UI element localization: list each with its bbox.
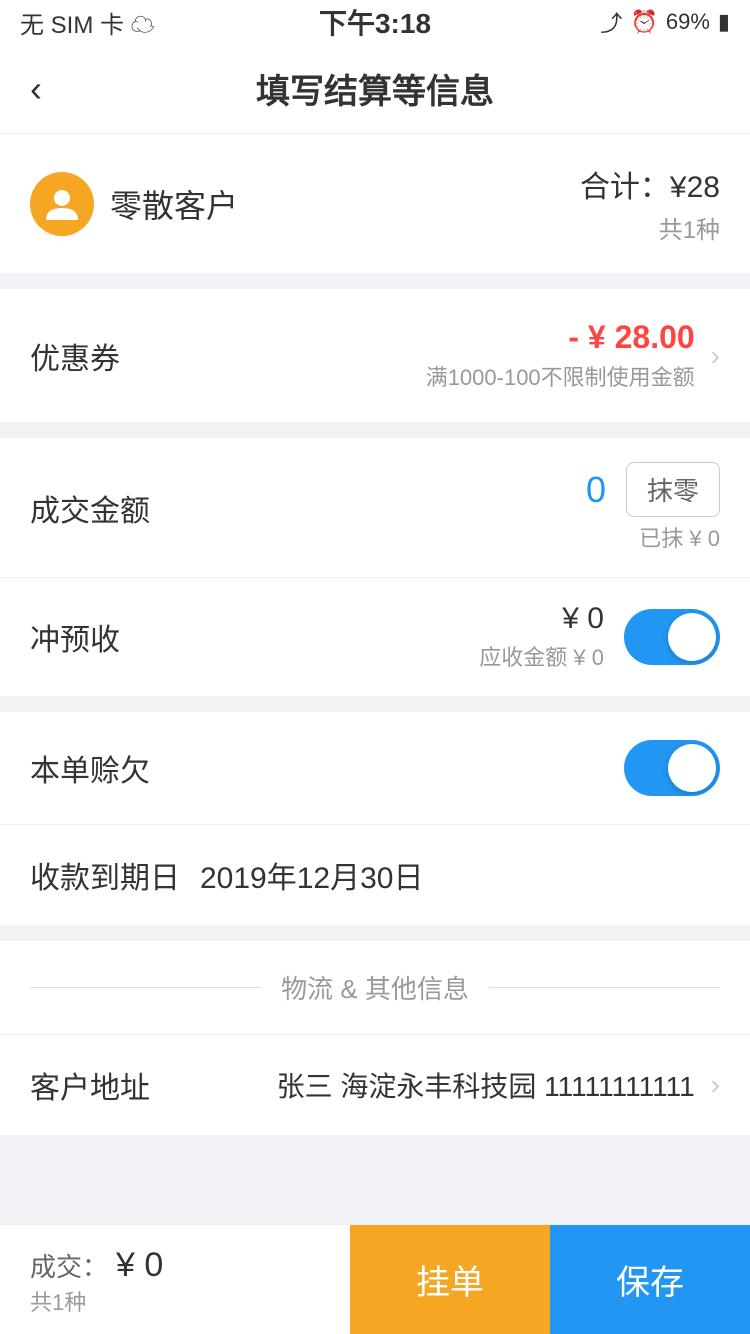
transaction-value: 0 (586, 469, 606, 511)
round-button[interactable]: 抹零 (626, 462, 720, 517)
location-icon: ⤴ (600, 6, 622, 38)
coupon-info: - ¥ 28.00 满1000-100不限制使用金额 (426, 319, 695, 392)
bottom-bar: 成交： ¥ 0 共1种 挂单 保存 (0, 1224, 750, 1334)
summary-label: 成交： (30, 1247, 108, 1284)
coupon-row[interactable]: 优惠券 - ¥ 28.00 满1000-100不限制使用金额 › (0, 289, 750, 422)
nav-bar: ‹ 填写结算等信息 (0, 44, 750, 134)
debt-label: 本单赊欠 (30, 746, 150, 790)
chevron-right-icon: › (711, 340, 720, 372)
status-time: 下午3:18 (319, 2, 431, 42)
customer-right: 合计：¥28 共1种 (580, 162, 720, 245)
prepay-label: 冲预收 (30, 615, 120, 659)
prepay-amount: ¥ 0 (479, 602, 604, 636)
logistics-header: 物流 & 其他信息 (0, 941, 750, 1034)
logistics-section: 物流 & 其他信息 客户地址 张三 海淀永丰科技园 11111111111 › (0, 941, 750, 1135)
debt-row: 本单赊欠 (0, 712, 750, 825)
prepay-toggle[interactable] (624, 609, 720, 665)
coupon-right: - ¥ 28.00 满1000-100不限制使用金额 › (120, 319, 720, 392)
suspend-button[interactable]: 挂单 (350, 1225, 550, 1334)
prepay-row: 冲预收 ¥ 0 应收金额 ¥ 0 (0, 578, 750, 696)
coupon-label: 优惠券 (30, 334, 120, 378)
due-date-row: 收款到期日 2019年12月30日 (0, 825, 750, 925)
toggle-knob-debt (668, 744, 716, 792)
due-date-value: 2019年12月30日 (200, 853, 423, 897)
prepay-sub: 应收金额 ¥ 0 (479, 640, 604, 672)
transaction-row: 成交金额 0 抹零 已抹 ¥ 0 (0, 438, 750, 578)
customer-avatar (30, 172, 94, 236)
save-button[interactable]: 保存 (550, 1225, 750, 1334)
customer-left: 零散客户 (30, 172, 238, 236)
coupon-desc: 满1000-100不限制使用金额 (426, 360, 695, 392)
transaction-sub: 已抹 ¥ 0 (639, 521, 720, 553)
address-row[interactable]: 客户地址 张三 海淀永丰科技园 11111111111 › (0, 1034, 750, 1135)
customer-count: 共1种 (580, 210, 720, 245)
summary-count: 共1种 (30, 1285, 320, 1317)
address-value: 张三 海淀永丰科技园 11111111111 (180, 1065, 695, 1105)
page-title: 填写结算等信息 (256, 64, 494, 113)
coupon-amount: - ¥ 28.00 (426, 319, 695, 356)
logistics-label: 物流 & 其他信息 (281, 969, 469, 1006)
content: 零散客户 合计：¥28 共1种 优惠券 - ¥ 28.00 满1000-100不… (0, 134, 750, 1261)
battery-label: 69% (666, 9, 710, 35)
prepay-right: ¥ 0 应收金额 ¥ 0 (479, 602, 720, 672)
customer-total: 合计：¥28 (580, 162, 720, 206)
alarm-icon: ⏰ (630, 9, 657, 35)
debt-toggle[interactable] (624, 740, 720, 796)
status-bar: 无 SIM 卡 ☁ 下午3:18 ⤴ ⏰ 69% ▮ (0, 0, 750, 44)
address-label: 客户地址 (30, 1063, 150, 1107)
address-chevron-icon: › (711, 1069, 720, 1101)
customer-section: 零散客户 合计：¥28 共1种 (0, 134, 750, 273)
prepay-info: ¥ 0 应收金额 ¥ 0 (479, 602, 604, 672)
bottom-summary: 成交： ¥ 0 共1种 (0, 1225, 350, 1334)
back-button[interactable]: ‹ (30, 68, 42, 110)
status-left: 无 SIM 卡 ☁ (20, 5, 155, 40)
transaction-label: 成交金额 (30, 486, 150, 530)
due-date-label: 收款到期日 (30, 853, 180, 897)
debt-section: 本单赊欠 收款到期日 2019年12月30日 (0, 712, 750, 925)
user-icon (42, 184, 82, 224)
status-right: ⤴ ⏰ 69% ▮ (600, 6, 730, 38)
coupon-section: 优惠券 - ¥ 28.00 满1000-100不限制使用金额 › (0, 289, 750, 422)
sim-status: 无 SIM 卡 ☁ (20, 5, 155, 40)
customer-name: 零散客户 (110, 181, 238, 227)
transaction-value-container: 0 抹零 (586, 462, 720, 517)
toggle-knob (668, 613, 716, 661)
summary-amount: ¥ 0 (116, 1246, 163, 1285)
amount-section: 成交金额 0 抹零 已抹 ¥ 0 冲预收 ¥ 0 应收金额 ¥ 0 (0, 438, 750, 696)
battery-icon: ▮ (718, 9, 730, 35)
